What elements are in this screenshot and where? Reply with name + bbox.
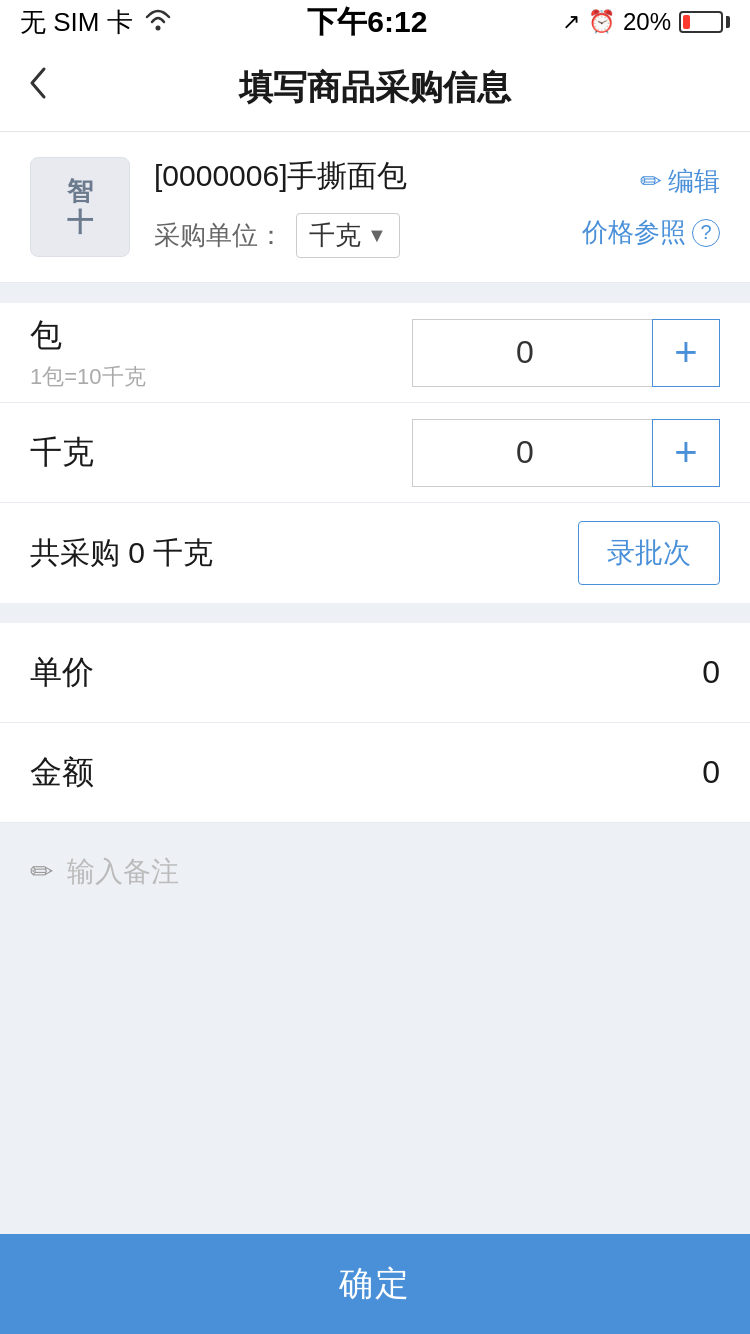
location-icon: ↗ (562, 9, 580, 35)
batch-record-button[interactable]: 录批次 (578, 521, 720, 585)
price-reference-button[interactable]: 价格参照 ? (582, 215, 720, 250)
kg-input-right: + (412, 419, 720, 487)
wifi-icon (143, 7, 173, 38)
confirm-button[interactable]: 确定 (339, 1261, 411, 1307)
kg-plus-button[interactable]: + (652, 419, 720, 487)
total-purchase-text: 共采购 0 千克 (30, 533, 213, 574)
edit-icon: ✏ (640, 166, 662, 197)
battery-percent: 20% (623, 8, 671, 36)
price-section: 单价 0 金额 0 (0, 623, 750, 823)
kg-label: 千克 (30, 431, 94, 475)
product-left: 智 十 [0000006]手撕面包 采购单位： 千克 ▼ (30, 156, 407, 258)
svg-point-0 (155, 25, 160, 30)
bag-label-main: 包 (30, 314, 146, 358)
bag-plus-button[interactable]: + (652, 319, 720, 387)
edit-button[interactable]: ✏ 编辑 (640, 164, 720, 199)
summary-row: 共采购 0 千克 录批次 (0, 503, 750, 603)
status-right: ↗ ⏰ 20% (562, 8, 730, 36)
page-title: 填写商品采购信息 (239, 65, 511, 111)
amount-label: 金额 (30, 751, 94, 795)
bag-input-row: 包 1包=10千克 + (0, 303, 750, 403)
unit-price-label: 单价 (30, 651, 94, 695)
remark-placeholder: 输入备注 (67, 853, 179, 891)
alarm-icon: ⏰ (588, 9, 615, 35)
content-background (0, 943, 750, 1243)
nav-bar: 填写商品采购信息 (0, 44, 750, 132)
bag-input-right: + (412, 319, 720, 387)
product-info: [0000006]手撕面包 采购单位： 千克 ▼ (154, 156, 407, 258)
thumb-line1: 智 (67, 176, 93, 207)
sim-label: 无 SIM 卡 (20, 5, 133, 40)
bag-label: 包 1包=10千克 (30, 314, 146, 392)
kg-input-row: 千克 + (0, 403, 750, 503)
remark-icon: ✏ (30, 855, 53, 888)
unit-price-value: 0 (702, 654, 720, 691)
section-divider-1 (0, 283, 750, 303)
kg-quantity-input[interactable] (412, 419, 652, 487)
product-right: ✏ 编辑 价格参照 ? (582, 164, 720, 250)
edit-label: 编辑 (668, 164, 720, 199)
amount-value: 0 (702, 754, 720, 791)
status-left: 无 SIM 卡 (20, 5, 173, 40)
battery-icon (679, 11, 730, 33)
kg-label-main: 千克 (30, 431, 94, 475)
help-icon: ? (692, 219, 720, 247)
unit-dropdown-icon: ▼ (367, 224, 387, 247)
bag-quantity-input[interactable] (412, 319, 652, 387)
input-section: 包 1包=10千克 + 千克 + (0, 303, 750, 503)
remark-section[interactable]: ✏ 输入备注 (0, 823, 750, 943)
unit-value: 千克 (309, 218, 361, 253)
section-divider-2 (0, 603, 750, 623)
back-button[interactable] (24, 61, 52, 114)
unit-select[interactable]: 千克 ▼ (296, 213, 400, 258)
product-card: 智 十 [0000006]手撕面包 采购单位： 千克 ▼ ✏ 编辑 价格参照 ? (0, 132, 750, 283)
product-thumbnail: 智 十 (30, 157, 130, 257)
status-time: 下午6:12 (307, 2, 427, 43)
price-ref-label: 价格参照 (582, 215, 686, 250)
product-unit-row: 采购单位： 千克 ▼ (154, 213, 407, 258)
status-bar: 无 SIM 卡 下午6:12 ↗ ⏰ 20% (0, 0, 750, 44)
thumb-line2: 十 (67, 207, 93, 238)
product-name: [0000006]手撕面包 (154, 156, 407, 197)
bag-label-sub: 1包=10千克 (30, 362, 146, 392)
unit-price-row: 单价 0 (0, 623, 750, 723)
unit-label: 采购单位： (154, 218, 284, 253)
bottom-bar: 确定 (0, 1234, 750, 1334)
amount-row: 金额 0 (0, 723, 750, 823)
